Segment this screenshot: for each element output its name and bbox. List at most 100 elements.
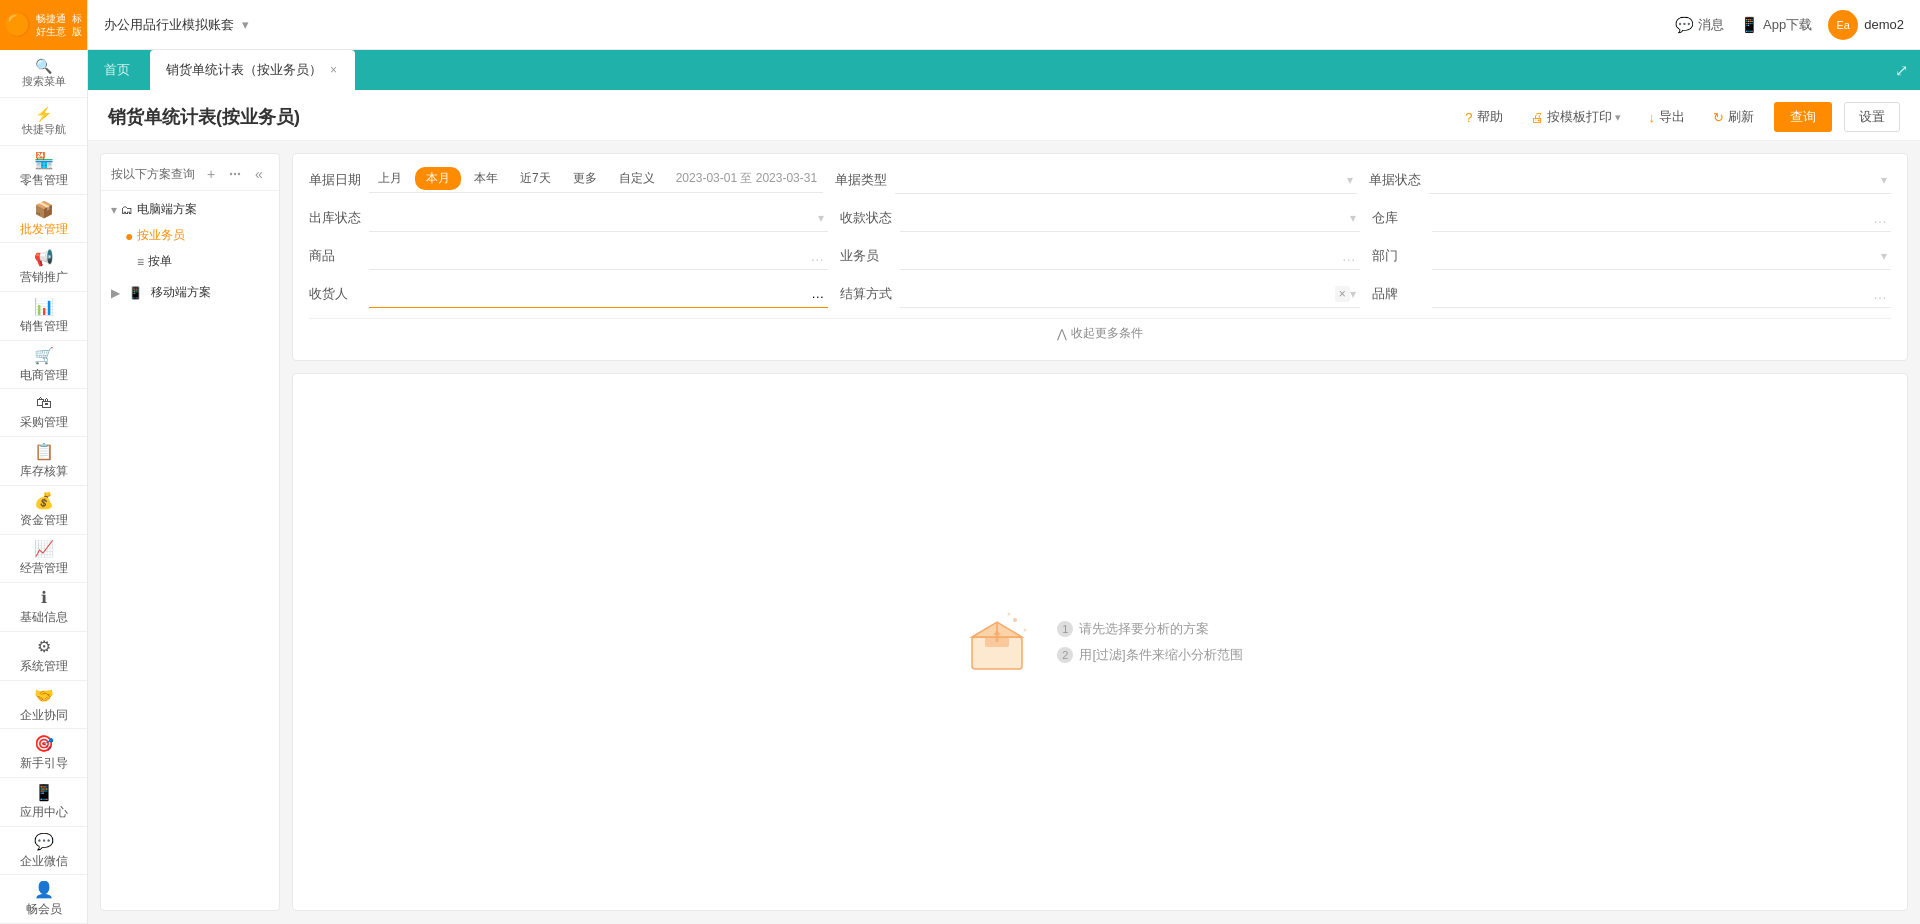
goods-ellipsis-icon[interactable]: … (810, 248, 824, 264)
page-header-actions: ? 帮助 🖨 按模板打印 ▾ ↓ 导出 ↻ 刷新 查询 设置 (1457, 102, 1900, 132)
phone-icon: 📱 (1740, 16, 1759, 34)
date-more-btn[interactable]: 更多 (564, 167, 606, 190)
tab-home[interactable]: 首页 (88, 50, 146, 90)
payment-label: 收款状态 (840, 209, 900, 227)
collapse-up-icon: ⋀ (1057, 327, 1067, 341)
add-scheme-btn[interactable]: + (201, 164, 221, 184)
doc-type-arrow-icon: ▾ (1347, 173, 1353, 187)
export-icon: ↓ (1649, 110, 1656, 125)
operations-icon: 📈 (34, 539, 54, 558)
department-select[interactable]: ▾ (1432, 242, 1891, 270)
goods-select[interactable]: … (369, 242, 828, 270)
svg-point-7 (1013, 618, 1017, 622)
sidebar-item-basic-info[interactable]: ℹ 基础信息 (0, 583, 87, 632)
inventory-icon: 📋 (34, 442, 54, 461)
brand-select[interactable]: … (1432, 280, 1891, 308)
consignee-input-wrap[interactable]: … (369, 280, 828, 308)
member-icon: 👤 (34, 880, 54, 899)
query-btn[interactable]: 查询 (1774, 102, 1832, 132)
retail-icon: 🏪 (34, 151, 54, 170)
sidebar-item-enterprise[interactable]: 🤝 企业协同 (0, 681, 87, 730)
brand-ellipsis-icon[interactable]: … (1873, 286, 1887, 302)
warehouse-ellipsis-icon[interactable]: … (1873, 210, 1887, 226)
mobile-scheme-group[interactable]: ▶ 📱 移动端方案 (101, 280, 279, 305)
date-label: 单据日期 (309, 171, 369, 189)
date-this-month-btn[interactable]: 本月 (415, 167, 461, 190)
tab-active[interactable]: 销货单统计表（按业务员） × (150, 50, 355, 90)
guide-icon: 🎯 (34, 734, 54, 753)
pc-scheme-group-header[interactable]: ▾ 🗂 电脑端方案 (101, 197, 279, 222)
right-panel: 单据日期 上月 本月 本年 近7天 更多 自定义 2023-03-01 至 20… (292, 153, 1908, 911)
mobile-folder-icon: 📱 (128, 286, 143, 300)
warehouse-select[interactable]: … (1432, 204, 1891, 232)
filter-row-4: 收货人 … 结算方式 × ▾ 品牌 (309, 280, 1891, 308)
doc-type-label: 单据类型 (835, 171, 895, 189)
sidebar-item-inventory[interactable]: 📋 库存核算 (0, 437, 87, 486)
sidebar-item-purchase[interactable]: 🛍 采购管理 (0, 389, 87, 437)
consignee-ellipsis-icon[interactable]: … (811, 286, 824, 301)
sidebar-item-app-center[interactable]: 📱 应用中心 (0, 778, 87, 827)
tab-bar: 首页 销货单统计表（按业务员） × ⤢ (88, 50, 1920, 90)
svg-point-0 (234, 173, 236, 175)
date-prev-month-btn[interactable]: 上月 (369, 167, 411, 190)
sidebar-item-wechat[interactable]: 💬 企业微信 (0, 827, 87, 876)
warehouse-label: 仓库 (1372, 209, 1432, 227)
svg-point-9 (1008, 613, 1011, 616)
print-btn[interactable]: 🖨 按模板打印 ▾ (1523, 104, 1629, 130)
sidebar-item-wholesale[interactable]: 📦 批发管理 (0, 195, 87, 244)
collapse-panel-btn[interactable]: « (249, 164, 269, 184)
date-custom-btn[interactable]: 自定义 (610, 167, 664, 190)
stock-out-select[interactable]: ▾ (369, 204, 828, 232)
scheme-item-order[interactable]: ≡ 按单 (101, 249, 279, 274)
edit-scheme-btn[interactable] (225, 164, 245, 184)
app-logo: 🟠 畅捷通好生意 标版 (0, 0, 87, 50)
sidebar-item-finance[interactable]: 💰 资金管理 (0, 486, 87, 535)
salesperson-ellipsis-icon[interactable]: … (1342, 248, 1356, 264)
doc-type-select[interactable]: ▾ (895, 166, 1357, 194)
empty-tip-1: 1 请先选择要分析的方案 (1057, 620, 1242, 638)
mobile-group-arrow-icon: ▶ (111, 286, 120, 300)
refresh-btn[interactable]: ↻ 刷新 (1705, 104, 1762, 130)
empty-state-content: 1 请先选择要分析的方案 2 用[过滤]条件来缩小分析范围 (957, 602, 1242, 682)
top-nav: 办公用品行业模拟账套 ▾ 💬 消息 📱 App下载 Ea demo2 (88, 0, 1920, 50)
date-this-year-btn[interactable]: 本年 (465, 167, 507, 190)
tab-close-btn[interactable]: × (328, 63, 339, 77)
sidebar-item-guide[interactable]: 🎯 新手引导 (0, 729, 87, 778)
sidebar-item-system[interactable]: ⚙ 系统管理 (0, 632, 87, 681)
sidebar-item-ecommerce[interactable]: 🛒 电商管理 (0, 341, 87, 390)
filter-area: 单据日期 上月 本月 本年 近7天 更多 自定义 2023-03-01 至 20… (292, 153, 1908, 361)
sidebar-item-member[interactable]: 👤 畅会员 (0, 875, 87, 924)
scheme-item-salesperson[interactable]: ● 按业务员 (101, 222, 279, 249)
settlement-select[interactable]: × ▾ (900, 280, 1359, 308)
user-avatar-btn[interactable]: Ea demo2 (1828, 10, 1904, 40)
tab-maximize-btn[interactable]: ⤢ (1895, 61, 1908, 80)
sidebar-search-menu[interactable]: 🔍 搜索菜单 (0, 50, 87, 98)
salesperson-label: 业务员 (840, 247, 900, 265)
sidebar-item-sales[interactable]: 📊 销售管理 (0, 292, 87, 341)
purchase-icon: 🛍 (36, 394, 52, 412)
avatar: Ea (1828, 10, 1858, 40)
help-btn[interactable]: ? 帮助 (1457, 104, 1510, 130)
filter-row-3: 商品 … 业务员 … 部门 ▾ (309, 242, 1891, 270)
pc-group-folder-icon: 🗂 (121, 203, 133, 217)
pc-group-arrow-icon: ▾ (111, 203, 117, 217)
sidebar-item-operations[interactable]: 📈 经营管理 (0, 535, 87, 584)
sidebar-item-retail[interactable]: 🏪 零售管理 (0, 146, 87, 195)
date-recent7-btn[interactable]: 近7天 (511, 167, 560, 190)
export-btn[interactable]: ↓ 导出 (1641, 104, 1694, 130)
message-btn[interactable]: 💬 消息 (1675, 16, 1724, 34)
app-download-btn[interactable]: 📱 App下载 (1740, 16, 1812, 34)
breadcrumb-arrow[interactable]: ▾ (242, 17, 249, 32)
salesperson-select[interactable]: … (900, 242, 1359, 270)
sidebar-item-marketing[interactable]: 📢 营销推广 (0, 243, 87, 292)
settings-btn[interactable]: 设置 (1844, 102, 1900, 132)
collapse-bar[interactable]: ⋀ 收起更多条件 (309, 318, 1891, 348)
help-icon: ? (1465, 110, 1472, 125)
message-icon: 💬 (1675, 16, 1694, 34)
settlement-tag-x-btn[interactable]: × (1339, 287, 1346, 301)
sidebar-quick-nav[interactable]: ⚡ 快捷导航 (0, 98, 87, 146)
consignee-input[interactable] (373, 286, 811, 301)
payment-select[interactable]: ▾ (900, 204, 1359, 232)
date-filter: 上月 本月 本年 近7天 更多 自定义 2023-03-01 至 2023-03… (369, 167, 817, 190)
doc-status-select[interactable]: ▾ (1429, 166, 1891, 194)
